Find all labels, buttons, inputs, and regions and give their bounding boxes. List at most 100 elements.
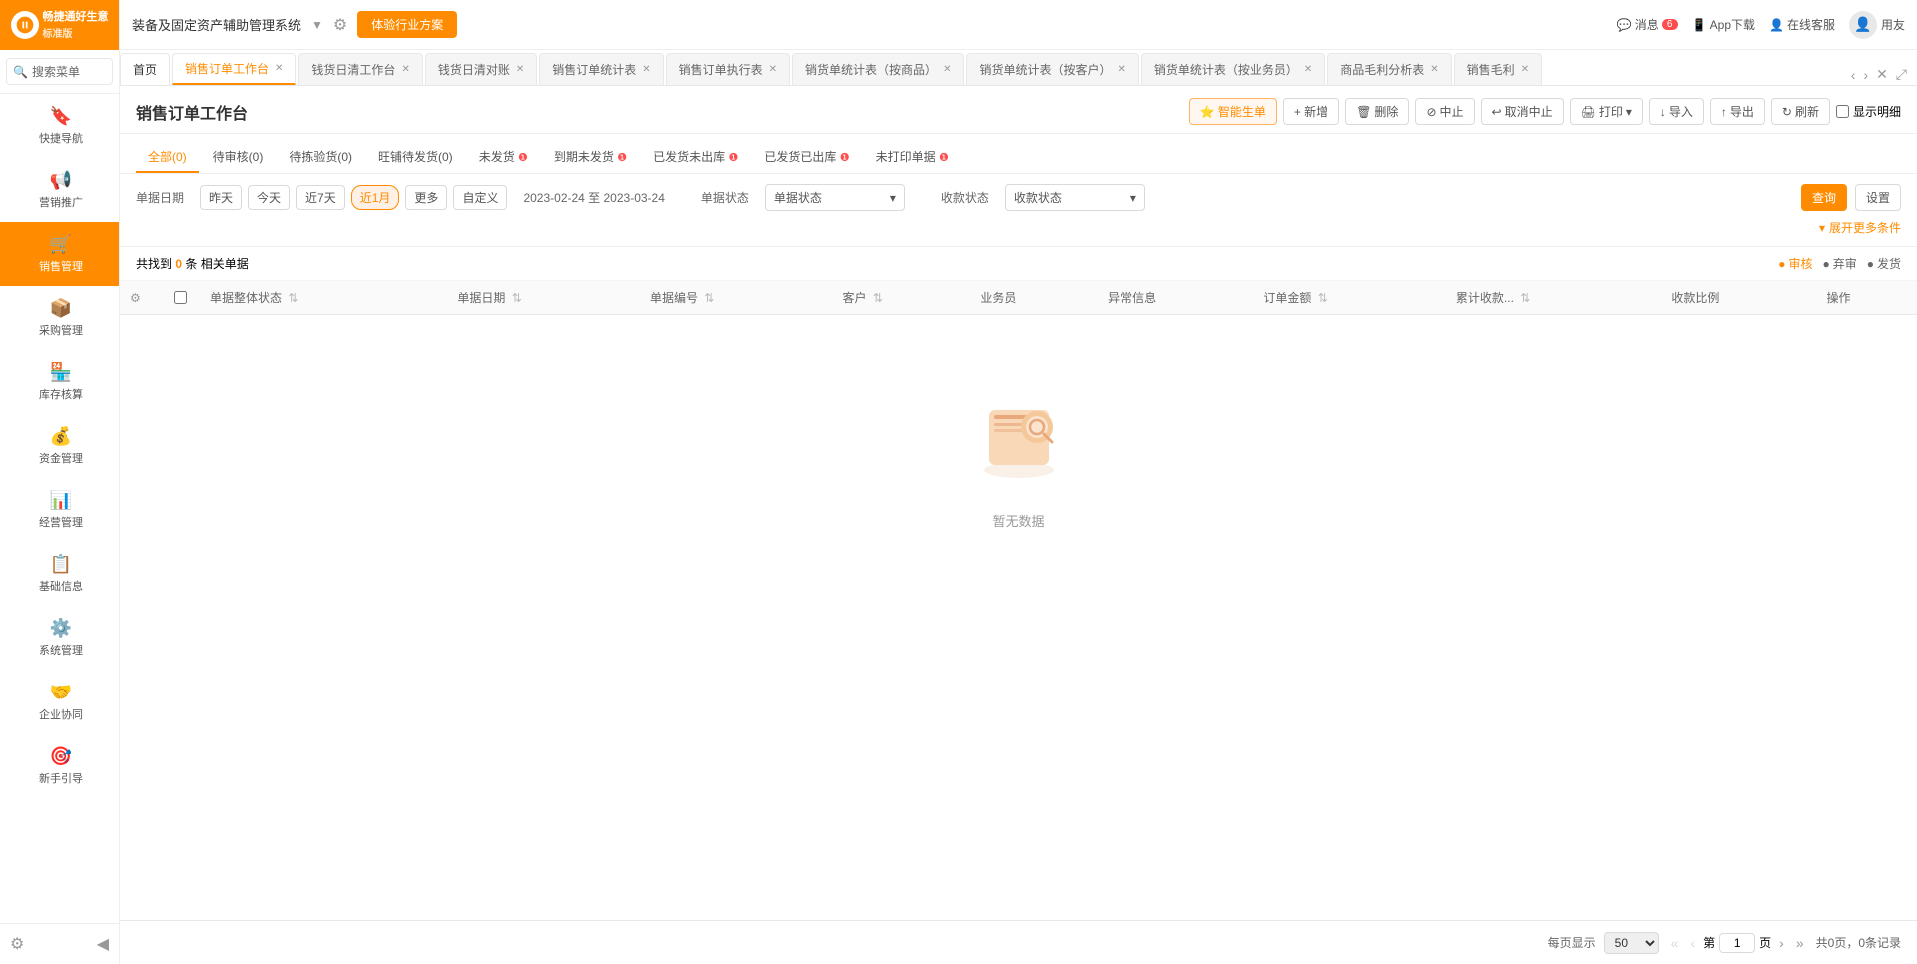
smart-create-button[interactable]: ⭐ 智能生单 (1189, 98, 1277, 125)
tab-sales-stat-product[interactable]: 销货单统计表（按商品） ✕ (792, 53, 964, 85)
date-more-btn[interactable]: 更多 (405, 185, 447, 210)
stop-button[interactable]: ⊘ 中止 (1415, 98, 1474, 125)
tab-sales-stat-staff[interactable]: 销货单统计表（按业务员） ✕ (1141, 53, 1325, 85)
prev-page-button[interactable]: ‹ (1686, 933, 1699, 953)
message-icon: 💬 (1617, 18, 1632, 32)
sidebar-collapse-button[interactable]: ◀ (97, 934, 109, 954)
sub-tab-all[interactable]: 全部(0) (136, 142, 199, 173)
col-amount-sort[interactable]: ⇅ (1318, 291, 1328, 305)
tab-margin-analysis[interactable]: 商品毛利分析表 ✕ (1327, 53, 1451, 85)
sidebar-item-finance[interactable]: 💰 资金管理 (0, 414, 119, 478)
delete-button[interactable]: 🗑 删除 (1345, 98, 1409, 125)
sidebar-search-area[interactable]: 🔍 搜索菜单 (0, 50, 119, 94)
page-number-input[interactable] (1719, 933, 1755, 953)
select-all-checkbox-wrap[interactable] (170, 291, 190, 304)
date-7days-btn[interactable]: 近7天 (296, 185, 345, 210)
tab-sales-stat-close[interactable]: ✕ (642, 64, 650, 75)
tab-sales-profit-close[interactable]: ✕ (1521, 64, 1529, 75)
tab-sales-stat[interactable]: 销售订单统计表 ✕ (539, 53, 663, 85)
add-button[interactable]: + 新增 (1283, 98, 1339, 125)
last-page-button[interactable]: » (1792, 933, 1808, 953)
sidebar-item-enterprise[interactable]: 🤝 企业协同 (0, 670, 119, 734)
tab-sales-order-close[interactable]: ✕ (275, 63, 283, 74)
tab-sales-order[interactable]: 销售订单工作台 ✕ (172, 53, 296, 85)
date-custom-btn[interactable]: 自定义 (453, 185, 507, 210)
app-download-button[interactable]: 📱 App下载 (1692, 16, 1755, 33)
print-button[interactable]: 🖨 打印 ▾ (1570, 98, 1643, 125)
tab-cash-reconcile[interactable]: 钱货日清对账 ✕ (425, 53, 537, 85)
topbar-settings-icon[interactable]: ⚙ (333, 15, 347, 35)
sub-tab-shipped-out[interactable]: 已发货已出库 ❶ (752, 142, 861, 173)
status-filter-select[interactable]: 单据状态 ▾ (765, 184, 905, 211)
tab-cash-daily-close[interactable]: ✕ (401, 64, 409, 75)
system-dropdown-icon[interactable]: ▼ (311, 18, 323, 32)
payment-filter-select[interactable]: 收款状态 ▾ (1005, 184, 1145, 211)
select-all-checkbox[interactable] (174, 291, 187, 304)
sidebar-settings-button[interactable]: ⚙ (10, 934, 24, 954)
sub-tab-pending-review[interactable]: 待审核(0) (201, 142, 276, 173)
tab-sales-exec-close[interactable]: ✕ (769, 64, 777, 75)
tabs-next-button[interactable]: › (1859, 65, 1872, 85)
sidebar-item-operations[interactable]: 📊 经营管理 (0, 478, 119, 542)
sidebar-item-marketing[interactable]: 📢 营销推广 (0, 158, 119, 222)
import-button[interactable]: ↓ 导入 (1649, 98, 1704, 125)
tabs-fullscreen-button[interactable]: ⤢ (1892, 64, 1911, 85)
search-button[interactable]: 查询 (1801, 184, 1847, 211)
cancel-stop-button[interactable]: ↩ 取消中止 (1481, 98, 1564, 125)
tab-sales-profit[interactable]: 销售毛利 ✕ (1454, 53, 1542, 85)
sidebar-item-guide[interactable]: 🎯 新手引导 (0, 734, 119, 798)
sidebar-item-sales[interactable]: 🛒 销售管理 (0, 222, 119, 286)
page-size-select[interactable]: 50 10 20 100 (1604, 932, 1659, 954)
export-button[interactable]: ↑ 导出 (1710, 98, 1765, 125)
search-label: 搜索菜单 (32, 63, 80, 80)
sidebar-item-inventory[interactable]: 🏪 库存核算 (0, 350, 119, 414)
batch-revoke-button[interactable]: ● 弃审 (1822, 255, 1856, 272)
system-label: 系统管理 (39, 642, 83, 658)
date-today-btn[interactable]: 今天 (248, 185, 290, 210)
tab-sales-exec[interactable]: 销售订单执行表 ✕ (666, 53, 790, 85)
table-area: 共找到 0 条 相关单据 ● 审核 ● 弃审 ● (120, 247, 1917, 920)
sub-tab-unprinted[interactable]: 未打印单据 ❶ (864, 142, 961, 173)
batch-audit-button[interactable]: ● 审核 (1778, 255, 1812, 272)
column-settings-icon[interactable]: ⚙ (130, 291, 141, 305)
filter-settings-button[interactable]: 设置 (1855, 184, 1901, 211)
tab-home[interactable]: 首页 (120, 53, 170, 85)
show-detail-checkbox[interactable] (1836, 105, 1849, 118)
sidebar-item-system[interactable]: ⚙️ 系统管理 (0, 606, 119, 670)
online-service-button[interactable]: 👤 在线客服 (1769, 16, 1835, 33)
col-customer-sort[interactable]: ⇅ (873, 291, 883, 305)
sub-tab-wangpu[interactable]: 旺铺待发货(0) (366, 142, 465, 173)
col-status-sort[interactable]: ⇅ (288, 291, 298, 305)
sidebar-item-purchase[interactable]: 📦 采购管理 (0, 286, 119, 350)
tabs-close-all-button[interactable]: ✕ (1872, 64, 1892, 85)
sidebar-item-basic[interactable]: 📋 基础信息 (0, 542, 119, 606)
sub-tab-shipped-not-out[interactable]: 已发货未出库 ❶ (641, 142, 750, 173)
tab-cash-reconcile-close[interactable]: ✕ (516, 64, 524, 75)
tab-sales-stat-customer[interactable]: 销货单统计表（按客户） ✕ (966, 53, 1138, 85)
sub-tab-pending-inspect[interactable]: 待拣验货(0) (277, 142, 364, 173)
col-collected-sort[interactable]: ⇅ (1520, 291, 1530, 305)
tab-sales-stat-product-close[interactable]: ✕ (943, 64, 951, 75)
date-1month-btn[interactable]: 近1月 (351, 185, 400, 210)
show-detail-toggle[interactable]: 显示明细 (1836, 103, 1901, 120)
batch-ship-button[interactable]: ● 发货 (1867, 255, 1901, 272)
trial-button[interactable]: 体验行业方案 (357, 11, 457, 38)
col-number-sort[interactable]: ⇅ (704, 291, 714, 305)
sub-tab-unshipped[interactable]: 未发货 ❶ (467, 142, 540, 173)
sub-tab-expired[interactable]: 到期未发货 ❶ (542, 142, 639, 173)
tab-cash-daily[interactable]: 钱货日清工作台 ✕ (298, 53, 422, 85)
user-menu-button[interactable]: 👤 用友 (1849, 11, 1905, 39)
sidebar-search-button[interactable]: 🔍 搜索菜单 (6, 58, 113, 85)
sidebar-item-quick-nav[interactable]: 🔖 快捷导航 (0, 94, 119, 158)
message-button[interactable]: 💬 消息 6 (1617, 16, 1678, 33)
refresh-button[interactable]: ↻ 刷新 (1771, 98, 1830, 125)
first-page-button[interactable]: « (1667, 933, 1683, 953)
tab-sales-stat-staff-close[interactable]: ✕ (1304, 64, 1312, 75)
expand-filter-button[interactable]: ▾ 展开更多条件 (1819, 219, 1901, 236)
col-date-sort[interactable]: ⇅ (512, 291, 522, 305)
tab-margin-close[interactable]: ✕ (1430, 64, 1438, 75)
tabs-prev-button[interactable]: ‹ (1847, 65, 1860, 85)
tab-sales-stat-customer-close[interactable]: ✕ (1117, 64, 1125, 75)
date-yesterday-btn[interactable]: 昨天 (200, 185, 242, 210)
next-page-button[interactable]: › (1775, 933, 1788, 953)
